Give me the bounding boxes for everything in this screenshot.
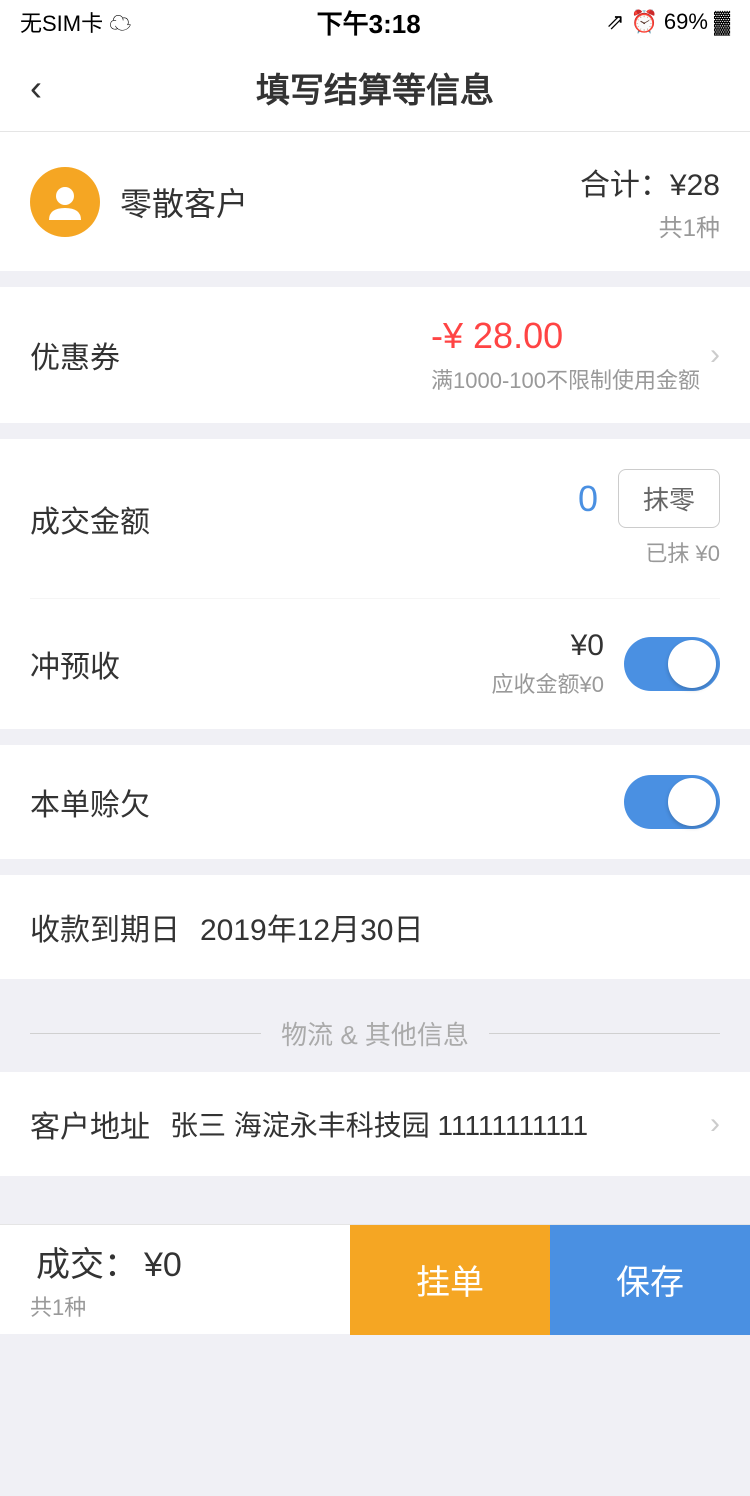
already-rounded: 已抹 ¥0 <box>578 536 720 568</box>
address-section[interactable]: 客户地址 张三 海淀永丰科技园 11111111111 › <box>0 1072 750 1176</box>
advance-payment-row: 冲预收 ¥0 应收金额¥0 <box>30 599 720 729</box>
advance-col: ¥0 应收金额¥0 <box>492 629 604 699</box>
back-button[interactable]: ‹ <box>30 67 42 109</box>
coupon-right: -¥ 28.00 满1000-100不限制使用金额 › <box>431 315 720 395</box>
transaction-section: 成交金额 0 抹零 已抹 ¥0 冲预收 ¥0 应收金额¥0 <box>0 439 750 729</box>
coupon-section[interactable]: 优惠券 -¥ 28.00 满1000-100不限制使用金额 › <box>0 287 750 423</box>
nav-bar: ‹ 填写结算等信息 <box>0 44 750 132</box>
logistics-divider: 物流 & 其他信息 <box>0 995 750 1072</box>
advance-toggle[interactable] <box>624 637 720 691</box>
deal-label: 成交： <box>36 1246 138 1284</box>
coupon-desc: 满1000-100不限制使用金额 <box>431 363 700 395</box>
due-date-value: 2019年12月30日 <box>200 905 423 949</box>
due-date-label: 收款到期日 <box>30 905 180 949</box>
transaction-label: 成交金额 <box>30 497 150 541</box>
divider-line-left <box>30 1033 261 1034</box>
toggle-knob <box>668 640 716 688</box>
user-icon <box>45 182 85 222</box>
address-value: 张三 海淀永丰科技园 11111111111 <box>170 1104 710 1144</box>
due-date-row: 收款到期日 2019年12月30日 <box>30 905 720 949</box>
total-amount: 合计：¥28 <box>580 160 720 204</box>
customer-info: 零散客户 <box>30 167 248 237</box>
status-time: 下午3:18 <box>317 4 421 41</box>
due-date-section: 收款到期日 2019年12月30日 <box>0 875 750 979</box>
coupon-info: -¥ 28.00 满1000-100不限制使用金额 <box>431 315 700 395</box>
transaction-value[interactable]: 0 <box>578 478 598 520</box>
advance-label: 冲预收 <box>30 642 120 686</box>
logistics-label: 物流 & 其他信息 <box>281 1015 469 1052</box>
debt-label: 本单赊欠 <box>30 780 150 824</box>
coupon-amount: -¥ 28.00 <box>431 315 700 357</box>
battery-icon: ▓ <box>714 9 730 35</box>
customer-total: 合计：¥28 共1种 <box>580 160 720 243</box>
transaction-amount-row: 成交金额 0 抹零 已抹 ¥0 <box>30 439 720 599</box>
save-button[interactable]: 保存 <box>550 1225 750 1335</box>
page-title: 填写结算等信息 <box>256 63 494 112</box>
alarm-icon: ⏰ <box>631 9 658 35</box>
total-count: 共1种 <box>580 208 720 243</box>
bottom-count: 共1种 <box>30 1290 320 1322</box>
debt-toggle-knob <box>668 778 716 826</box>
customer-name: 零散客户 <box>120 179 248 225</box>
divider-line-right <box>489 1033 720 1034</box>
battery-text: 69% <box>664 9 708 35</box>
address-chevron-icon: › <box>710 1107 720 1141</box>
coupon-label: 优惠券 <box>30 333 120 377</box>
no-sim-text: 无SIM卡 ☁ <box>20 6 131 38</box>
advance-right: ¥0 应收金额¥0 <box>492 629 720 699</box>
status-left: 无SIM卡 ☁ <box>20 6 131 38</box>
round-button[interactable]: 抹零 <box>618 469 720 528</box>
debt-section: 本单赊欠 <box>0 745 750 859</box>
debt-toggle[interactable] <box>624 775 720 829</box>
bottom-summary: 成交：¥0 共1种 <box>0 1237 350 1322</box>
deal-amount: ¥0 <box>144 1246 182 1284</box>
transaction-row-right: 0 抹零 <box>578 469 720 528</box>
chevron-right-icon: › <box>710 338 720 372</box>
customer-section: 零散客户 合计：¥28 共1种 <box>0 132 750 271</box>
hold-button[interactable]: 挂单 <box>350 1225 550 1335</box>
advance-amount: ¥0 <box>492 629 604 663</box>
status-bar: 无SIM卡 ☁ 下午3:18 ⇗ ⏰ 69% ▓ <box>0 0 750 44</box>
bottom-deal: 成交：¥0 <box>30 1237 320 1286</box>
transaction-right: 0 抹零 已抹 ¥0 <box>578 469 720 568</box>
location-icon: ⇗ <box>606 9 624 35</box>
bottom-bar: 成交：¥0 共1种 挂单 保存 <box>0 1224 750 1334</box>
avatar <box>30 167 100 237</box>
address-label: 客户地址 <box>30 1102 150 1146</box>
advance-desc: 应收金额¥0 <box>492 667 604 699</box>
status-right: ⇗ ⏰ 69% ▓ <box>606 9 730 35</box>
